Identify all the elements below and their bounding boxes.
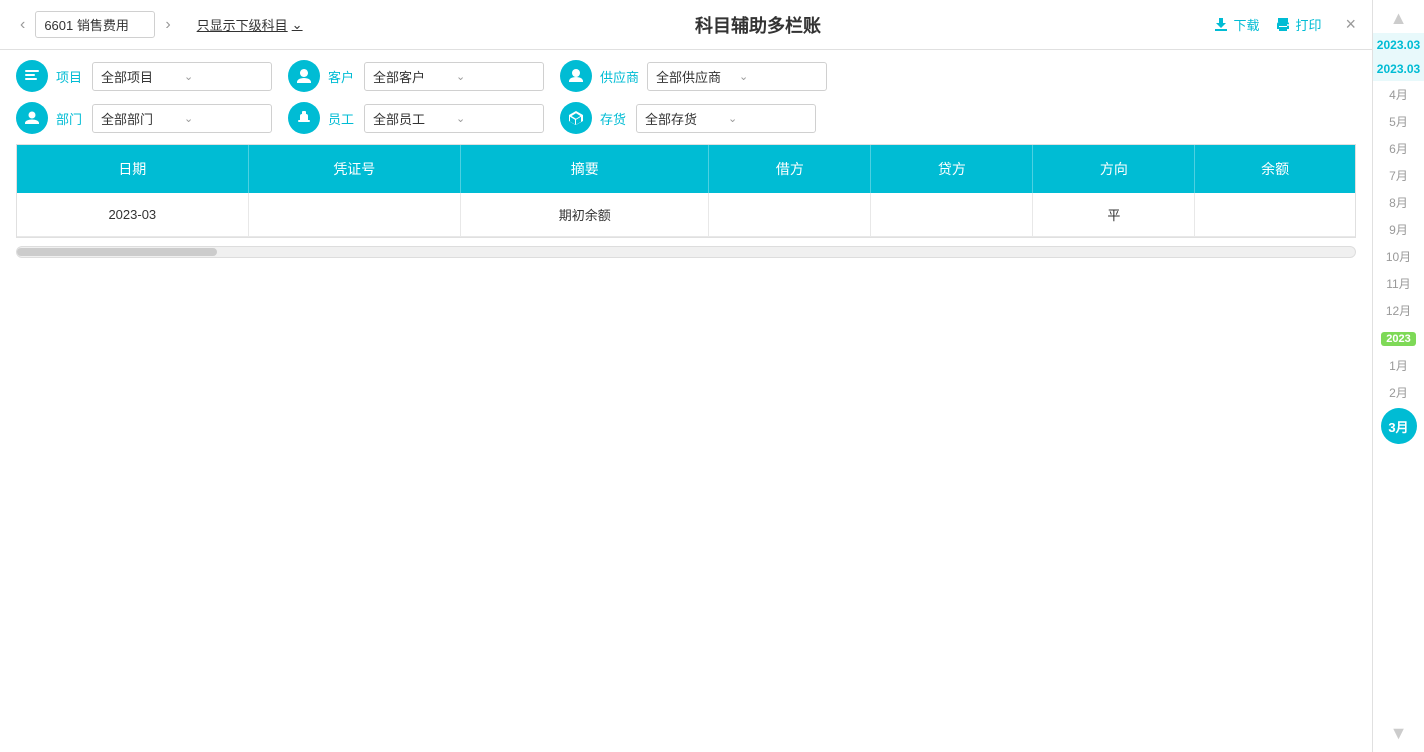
sidebar-year-2023: 2023 <box>1373 326 1424 350</box>
ledger-table: 日期 凭证号 摘要 借方 贷方 方向 余额 2023-03 期初余额 <box>17 145 1355 237</box>
prev-account-button[interactable]: ‹ <box>16 14 29 36</box>
filter-row-1: 项目 全部项目 ⌄ 客户 全部客户 ⌄ <box>0 50 1372 102</box>
sidebar-month-11[interactable]: 11月 <box>1373 270 1424 297</box>
sidebar-current-month-wrapper: 3月 <box>1373 408 1424 444</box>
download-button[interactable]: 下载 <box>1213 15 1259 34</box>
sidebar-down-nav[interactable]: ▼ <box>1373 719 1424 748</box>
employee-select-arrow-icon: ⌄ <box>456 112 535 125</box>
header-nav: ‹ 6601 销售费用 › 只显示下级科目 ⌄ <box>16 11 303 38</box>
employee-filter: 员工 全部员工 ⌄ <box>288 102 544 134</box>
customer-filter: 客户 全部客户 ⌄ <box>288 60 544 92</box>
table-header-row: 日期 凭证号 摘要 借方 贷方 方向 余额 <box>17 145 1355 193</box>
month-sidebar: ▲ 2023.03 2023.03 4月 5月 6月 7月 8月 9月 10月 <box>1372 0 1424 752</box>
next-account-button[interactable]: › <box>161 14 174 36</box>
print-icon <box>1275 17 1291 33</box>
project-select[interactable]: 全部项目 ⌄ <box>92 62 272 91</box>
cell-voucher <box>248 193 460 237</box>
col-credit: 贷方 <box>871 145 1033 193</box>
inventory-select-arrow-icon: ⌄ <box>728 112 807 125</box>
supplier-select[interactable]: 全部供应商 ⌄ <box>647 62 827 91</box>
horizontal-scrollbar[interactable] <box>16 246 1356 258</box>
supplier-label: 供应商 <box>600 67 639 86</box>
main-window: ▲ 2023.03 2023.03 4月 5月 6月 7月 8月 9月 10月 <box>0 0 1424 752</box>
sidebar-down-button[interactable]: ▼ <box>1390 723 1408 744</box>
col-direction: 方向 <box>1033 145 1195 193</box>
cell-summary: 期初余额 <box>461 193 709 237</box>
sidebar-up-button[interactable]: ▲ <box>1390 8 1408 29</box>
close-button[interactable]: × <box>1345 14 1356 35</box>
customer-select[interactable]: 全部客户 ⌄ <box>364 62 544 91</box>
print-button[interactable]: 打印 <box>1275 15 1321 34</box>
customer-icon <box>288 60 320 92</box>
sidebar-month-2023-03-top[interactable]: 2023.03 <box>1373 33 1424 57</box>
department-select-arrow-icon: ⌄ <box>184 112 263 125</box>
inventory-filter: 存货 全部存货 ⌄ <box>560 102 816 134</box>
project-select-arrow-icon: ⌄ <box>184 70 263 83</box>
supplier-filter: 供应商 全部供应商 ⌄ <box>560 60 827 92</box>
show-sub-account[interactable]: 只显示下级科目 ⌄ <box>197 15 303 34</box>
sidebar-month-5[interactable]: 5月 <box>1373 108 1424 135</box>
account-code: 6601 销售费用 <box>35 11 155 38</box>
sidebar-month-9[interactable]: 9月 <box>1373 216 1424 243</box>
scrollbar-thumb[interactable] <box>17 248 217 256</box>
supplier-icon <box>560 60 592 92</box>
inventory-icon <box>560 102 592 134</box>
project-icon <box>16 60 48 92</box>
filter-row-2: 部门 全部部门 ⌄ 员工 全部员工 ⌄ <box>0 102 1372 144</box>
sidebar-month-3-current[interactable]: 3月 <box>1381 408 1417 444</box>
cell-debit <box>709 193 871 237</box>
main-content: ‹ 6601 销售费用 › 只显示下级科目 ⌄ 科目辅助多栏账 下载 打印 × <box>0 0 1372 258</box>
sidebar-month-12[interactable]: 12月 <box>1373 297 1424 324</box>
sidebar-month-4[interactable]: 4月 <box>1373 81 1424 108</box>
inventory-label: 存货 <box>600 109 628 128</box>
supplier-select-arrow-icon: ⌄ <box>739 70 818 83</box>
sidebar-month-7[interactable]: 7月 <box>1373 162 1424 189</box>
inventory-select[interactable]: 全部存货 ⌄ <box>636 104 816 133</box>
employee-label: 员工 <box>328 109 356 128</box>
project-filter: 项目 全部项目 ⌄ <box>16 60 272 92</box>
project-label: 项目 <box>56 67 84 86</box>
sidebar-up-nav[interactable]: ▲ <box>1373 4 1424 33</box>
customer-select-arrow-icon: ⌄ <box>456 70 535 83</box>
sidebar-month-8[interactable]: 8月 <box>1373 189 1424 216</box>
col-summary: 摘要 <box>461 145 709 193</box>
department-select[interactable]: 全部部门 ⌄ <box>92 104 272 133</box>
employee-select[interactable]: 全部员工 ⌄ <box>364 104 544 133</box>
cell-credit <box>871 193 1033 237</box>
col-voucher: 凭证号 <box>248 145 460 193</box>
header-actions: 下载 打印 × <box>1213 14 1356 35</box>
cell-date: 2023-03 <box>17 193 248 237</box>
customer-label: 客户 <box>328 67 356 86</box>
col-balance: 余额 <box>1195 145 1355 193</box>
department-filter: 部门 全部部门 ⌄ <box>16 102 272 134</box>
header: ‹ 6601 销售费用 › 只显示下级科目 ⌄ 科目辅助多栏账 下载 打印 × <box>0 0 1372 50</box>
department-icon <box>16 102 48 134</box>
cell-balance <box>1195 193 1355 237</box>
download-icon <box>1213 17 1229 33</box>
employee-icon <box>288 102 320 134</box>
sidebar-month-6[interactable]: 6月 <box>1373 135 1424 162</box>
sidebar-month-2023-03-second[interactable]: 2023.03 <box>1373 57 1424 81</box>
sidebar-month-1[interactable]: 1月 <box>1373 352 1424 379</box>
col-debit: 借方 <box>709 145 871 193</box>
col-date: 日期 <box>17 145 248 193</box>
table-row: 2023-03 期初余额 平 <box>17 193 1355 237</box>
cell-direction: 平 <box>1033 193 1195 237</box>
page-title: 科目辅助多栏账 <box>303 12 1214 38</box>
department-label: 部门 <box>56 109 84 128</box>
sidebar-month-2[interactable]: 2月 <box>1373 379 1424 406</box>
sidebar-month-10[interactable]: 10月 <box>1373 243 1424 270</box>
ledger-table-wrapper: 日期 凭证号 摘要 借方 贷方 方向 余额 2023-03 期初余额 <box>16 144 1356 238</box>
show-sub-arrow-icon: ⌄ <box>292 17 303 33</box>
